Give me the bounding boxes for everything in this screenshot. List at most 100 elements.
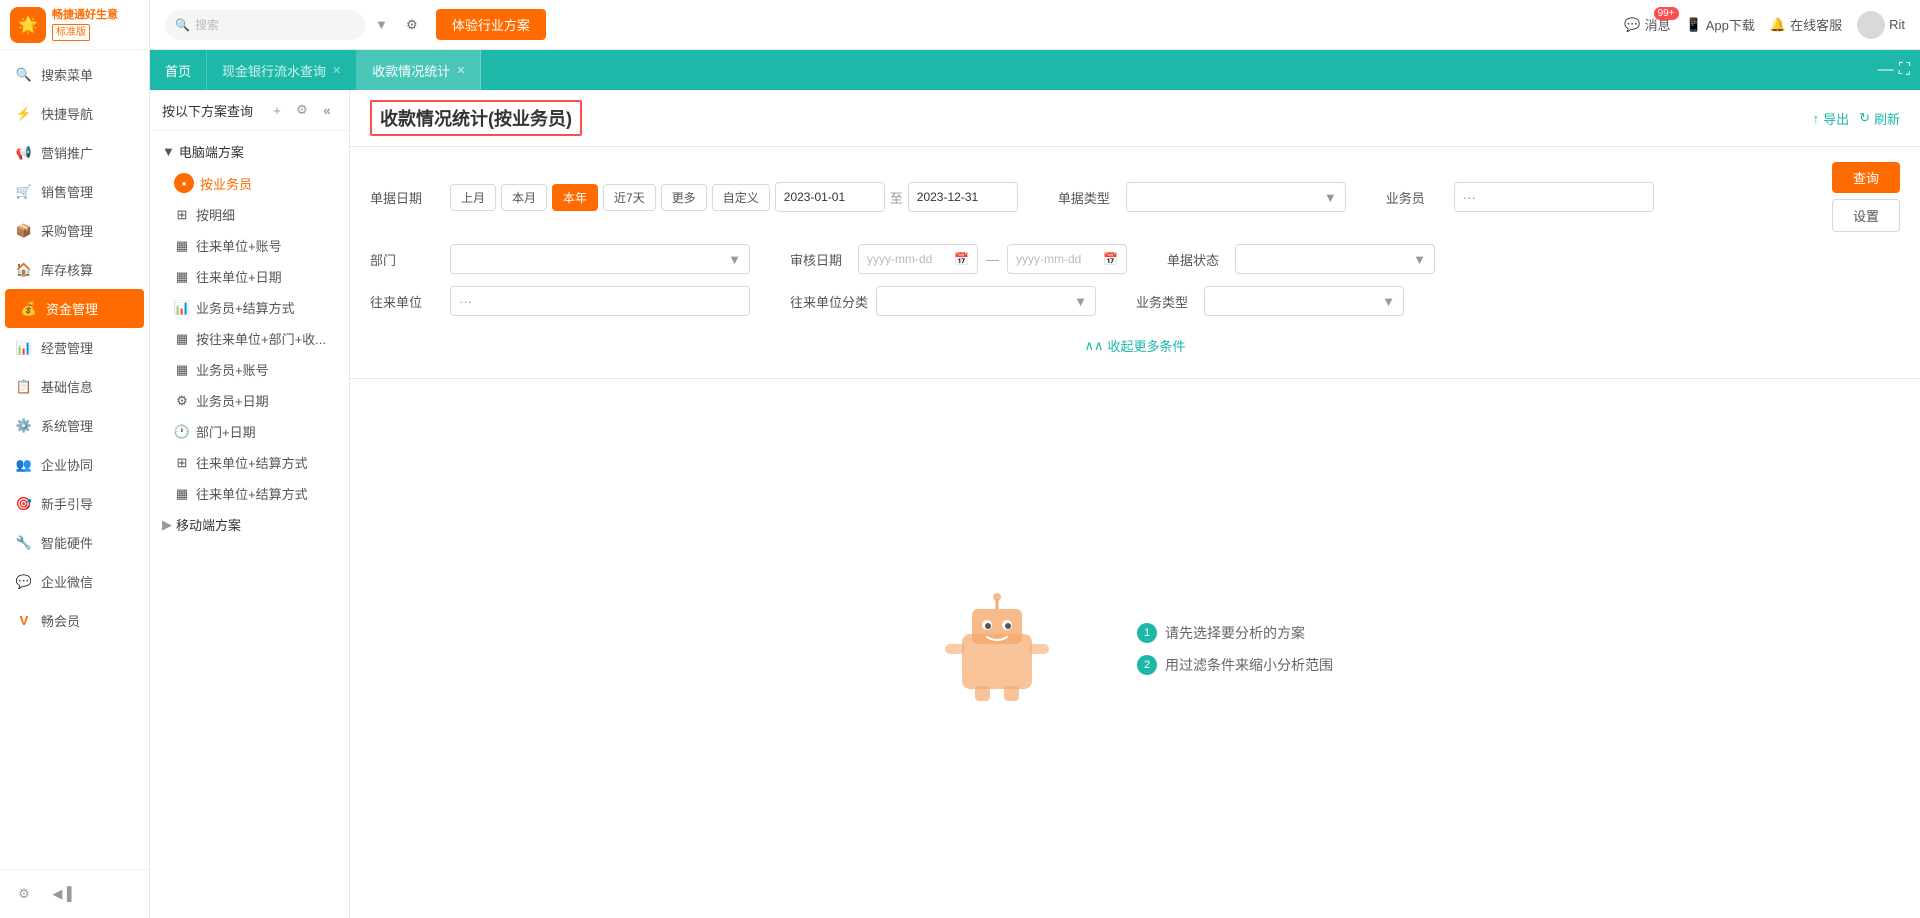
tab-minimize-btn[interactable]: — (1878, 61, 1894, 79)
sidebar-item-hardware[interactable]: 🔧 智能硬件 (0, 523, 149, 562)
date-btn-7days[interactable]: 近7天 (603, 184, 656, 211)
tree-item-staff-account[interactable]: ▦ 业务员+账号 (162, 354, 349, 385)
topbar-dropdown-arrow[interactable]: ▼ (375, 17, 388, 32)
tree-item-partner-payment1-label: 往来单位+结算方式 (196, 453, 308, 472)
tree-expand-icon: ▼ (162, 144, 175, 159)
partner-dropdown[interactable]: ··· (450, 286, 750, 316)
export-label: 导出 (1823, 109, 1849, 128)
sidebar-item-guide[interactable]: 🎯 新手引导 (0, 484, 149, 523)
plan-tree: ▼ 电脑端方案 ● 按业务员 ⊞ 按明细 ▦ 往来单位+账号 (150, 131, 349, 545)
search-placeholder: 搜索 (195, 16, 219, 33)
trial-btn[interactable]: 体验行业方案 (436, 9, 546, 40)
biz-type-group: 业务类型 ▼ (1136, 286, 1404, 316)
staff-dropdown[interactable]: ··· (1454, 182, 1654, 212)
sidebar-item-finance[interactable]: 💰 资金管理 (5, 289, 144, 328)
sidebar-item-inventory[interactable]: 🏠 库存核算 (0, 250, 149, 289)
tree-item-partner-date-label: 往来单位+日期 (196, 267, 282, 286)
topbar-user[interactable]: Rit (1857, 11, 1905, 39)
biz-type-dropdown[interactable]: ▼ (1204, 286, 1404, 316)
review-date-to[interactable]: yyyy-mm-dd 📅 (1007, 244, 1127, 274)
collapse-sidebar-btn[interactable]: ◀▐ (48, 880, 76, 908)
table-icon-2: ▦ (174, 269, 190, 285)
date-from-input[interactable]: 2023-01-01 (775, 182, 885, 212)
topbar-app-download[interactable]: 📱 App下载 (1686, 15, 1755, 34)
topbar-msg[interactable]: 💬 消息 99+ (1624, 15, 1670, 34)
page-title: 收款情况统计(按业务员) (370, 100, 582, 136)
topbar-online-service[interactable]: 🔔 在线客服 (1770, 15, 1842, 34)
tree-item-by-staff[interactable]: ● 按业务员 (162, 167, 349, 199)
tab-collection-label: 收款情况统计 (372, 61, 450, 80)
doc-status-dropdown[interactable]: ▼ (1235, 244, 1435, 274)
tree-item-partner-date[interactable]: ▦ 往来单位+日期 (162, 261, 349, 292)
tab-collection[interactable]: 收款情况统计 ✕ (357, 50, 481, 90)
query-btn[interactable]: 查询 (1832, 162, 1900, 193)
tab-maximize-btn[interactable]: ⛶ (1899, 61, 1910, 79)
tree-item-partner-dept-label: 按往来单位+部门+收... (196, 329, 326, 348)
partner-type-dropdown[interactable]: ▼ (876, 286, 1096, 316)
doc-status-group: 单据状态 ▼ (1167, 244, 1435, 274)
tree-item-partner-dept[interactable]: ▦ 按往来单位+部门+收... (162, 323, 349, 354)
sidebar-item-quicknav[interactable]: ⚡ 快捷导航 (0, 94, 149, 133)
sidebar-label-search: 搜索菜单 (41, 65, 93, 84)
sidebar-item-operations[interactable]: 📊 经营管理 (0, 328, 149, 367)
logo-text: 畅捷通好生意 标准版 (52, 8, 118, 41)
tree-item-dept-date[interactable]: 🕐 部门+日期 (162, 416, 349, 447)
date-btn-custom[interactable]: 自定义 (712, 184, 770, 211)
collapse-panel-btn[interactable]: « (317, 100, 337, 120)
date-btn-this-year[interactable]: 本年 (552, 184, 598, 211)
topbar-gear-btn[interactable]: ⚙ (398, 11, 426, 39)
tab-bank-close[interactable]: ✕ (332, 64, 341, 77)
collapse-label: 收起更多条件 (1108, 336, 1186, 355)
add-plan-btn[interactable]: + (267, 100, 287, 120)
logo: 🌟 畅捷通好生意 标准版 (0, 0, 149, 50)
sidebar-item-member[interactable]: V 畅会员 (0, 601, 149, 640)
sidebar-item-basic[interactable]: 📋 基础信息 (0, 367, 149, 406)
tree-group-desktop[interactable]: ▼ 电脑端方案 (150, 136, 349, 167)
dropdown-arrow-status: ▼ (1413, 252, 1426, 267)
table-icon-5: ▦ (174, 486, 190, 502)
topbar-search[interactable]: 🔍 搜索 (165, 10, 365, 40)
sidebar-label-basic: 基础信息 (41, 377, 93, 396)
user-avatar (1857, 11, 1885, 39)
refresh-btn[interactable]: ↻ 刷新 (1859, 109, 1900, 128)
doc-type-dropdown[interactable]: ▼ (1126, 182, 1346, 212)
sidebar-item-marketing[interactable]: 📢 营销推广 (0, 133, 149, 172)
date-btn-this-month[interactable]: 本月 (501, 184, 547, 211)
sidebar-item-sales[interactable]: 🛒 销售管理 (0, 172, 149, 211)
tabs-controls: — ⛶ (1868, 50, 1920, 90)
tree-item-partner-account[interactable]: ▦ 往来单位+账号 (162, 230, 349, 261)
date-to-input[interactable]: 2023-12-31 (908, 182, 1018, 212)
page-actions: ↑ 导出 ↻ 刷新 (1813, 109, 1900, 128)
settings-bottom-icon[interactable]: ⚙ (10, 880, 38, 908)
tree-item-partner-payment2-label: 往来单位+结算方式 (196, 484, 308, 503)
sidebar-item-corp[interactable]: 👥 企业协同 (0, 445, 149, 484)
date-to-value: 2023-12-31 (917, 190, 978, 204)
sidebar-item-wechat[interactable]: 💬 企业微信 (0, 562, 149, 601)
tab-bank[interactable]: 现金银行流水查询 ✕ (207, 50, 357, 90)
tree-item-staff-payment[interactable]: 📊 业务员+结算方式 (162, 292, 349, 323)
plan-settings-btn[interactable]: ⚙ (292, 100, 312, 120)
tree-item-partner-payment2[interactable]: ▦ 往来单位+结算方式 (162, 478, 349, 509)
hint-num-1: 1 (1137, 623, 1157, 643)
sidebar-item-system[interactable]: ⚙️ 系统管理 (0, 406, 149, 445)
app-label: App下载 (1706, 15, 1755, 34)
tree-item-staff-date[interactable]: ⚙ 业务员+日期 (162, 385, 349, 416)
tree-item-partner-payment1[interactable]: ⊞ 往来单位+结算方式 (162, 447, 349, 478)
logo-badge: 标准版 (52, 24, 90, 41)
review-date-from[interactable]: yyyy-mm-dd 📅 (858, 244, 978, 274)
settings-btn[interactable]: 设置 (1832, 199, 1900, 232)
date-btn-more[interactable]: 更多 (661, 184, 707, 211)
sidebar-item-purchase[interactable]: 📦 采购管理 (0, 211, 149, 250)
dept-dropdown[interactable]: ▼ (450, 244, 750, 274)
grid-icon: ⊞ (174, 207, 190, 223)
tree-group-mobile[interactable]: ▶ 移动端方案 (150, 509, 349, 540)
tree-item-by-detail[interactable]: ⊞ 按明细 (162, 199, 349, 230)
export-btn[interactable]: ↑ 导出 (1813, 109, 1850, 128)
tab-home[interactable]: 首页 (150, 50, 207, 90)
date-btn-prev-month[interactable]: 上月 (450, 184, 496, 211)
basic-icon: 📋 (15, 378, 33, 396)
empty-state: 1 请先选择要分析的方案 2 用过滤条件来缩小分析范围 (937, 589, 1333, 709)
tab-collection-close[interactable]: ✕ (456, 64, 465, 77)
sidebar-item-search[interactable]: 🔍 搜索菜单 (0, 55, 149, 94)
collapse-more-btn[interactable]: ∧∧ 收起更多条件 (1076, 328, 1193, 363)
